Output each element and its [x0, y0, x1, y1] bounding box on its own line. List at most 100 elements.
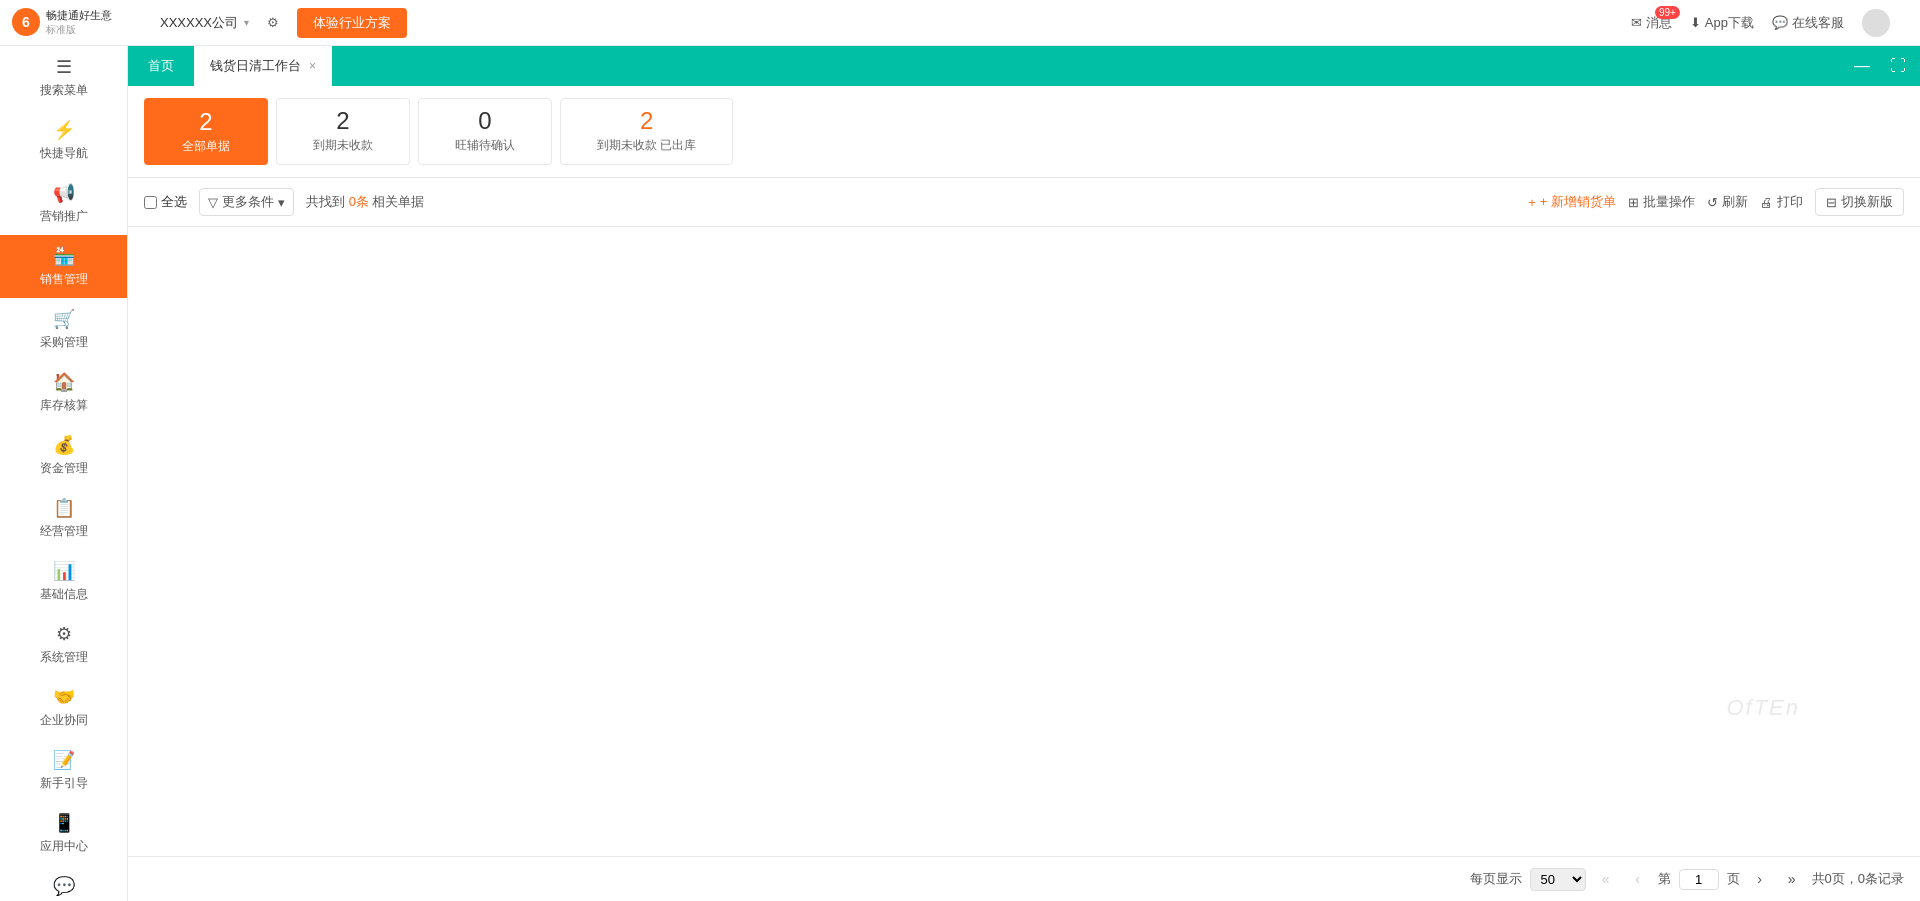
sidebar-item-marketing[interactable]: 📢 营销推广 [0, 172, 127, 235]
tab-minimize-button[interactable]: — [1848, 52, 1876, 80]
add-icon: + [1528, 195, 1536, 210]
batch-label: 批量操作 [1643, 193, 1695, 211]
sidebar-item-sales[interactable]: 🏪 销售管理 [0, 235, 127, 298]
sidebar-item-wechat[interactable]: 💬 企业微信 [0, 865, 127, 901]
last-page-button[interactable]: » [1780, 867, 1804, 891]
refresh-label: 刷新 [1722, 193, 1748, 211]
operations-icon: 📋 [53, 497, 75, 519]
online-service-label: 在线客服 [1792, 14, 1844, 32]
main-content: 首页 钱货日清工作台 × — ⛶ 2 全部单据 2 到期未收款 [128, 46, 1920, 901]
stat-card-wangfu[interactable]: 0 旺辅待确认 [418, 98, 552, 165]
sidebar-label-app-center: 应用中心 [40, 838, 88, 855]
sidebar-item-search-menu[interactable]: ☰ 搜索菜单 [0, 46, 127, 109]
batch-button[interactable]: ⊞ 批量操作 [1628, 193, 1695, 211]
sidebar-label-operations: 经营管理 [40, 523, 88, 540]
stats-row: 2 全部单据 2 到期未收款 0 旺辅待确认 2 到期未收款 已出库 [128, 86, 1920, 178]
stat-number-overdue: 2 [336, 107, 349, 135]
toolbar: 全选 ▽ 更多条件 ▾ 共找到 0条 相关单据 + + 新增销货单 ⊞ [128, 178, 1920, 227]
tab-active[interactable]: 钱货日清工作台 × [194, 46, 332, 86]
stat-number-wangfu: 0 [478, 107, 491, 135]
print-button[interactable]: 🖨 打印 [1760, 193, 1803, 211]
logo-area: 6 畅捷通好生意 标准版 [12, 8, 140, 36]
marketing-icon: 📢 [53, 182, 75, 204]
sidebar-label-enterprise: 企业协同 [40, 712, 88, 729]
sidebar-label-purchase: 采购管理 [40, 334, 88, 351]
main-layout: ☰ 搜索菜单 ⚡ 快捷导航 📢 营销推广 🏪 销售管理 🛒 采购管理 🏠 库存核… [0, 46, 1920, 901]
add-sale-button[interactable]: + + 新增销货单 [1528, 193, 1616, 211]
stat-label-all: 全部单据 [182, 138, 230, 155]
sidebar-item-enterprise[interactable]: 🤝 企业协同 [0, 676, 127, 739]
sidebar-item-basic-info[interactable]: 📊 基础信息 [0, 550, 127, 613]
avatar[interactable] [1862, 9, 1890, 37]
gear-icon: ⚙ [267, 15, 279, 30]
stat-card-all[interactable]: 2 全部单据 [144, 98, 268, 165]
basic-info-icon: 📊 [53, 560, 75, 582]
experience-button[interactable]: 体验行业方案 [297, 8, 407, 38]
per-page-select[interactable]: 50 100 [1530, 868, 1586, 891]
filter-chevron-icon: ▾ [278, 195, 285, 210]
toolbar-right: + + 新增销货单 ⊞ 批量操作 ↺ 刷新 🖨 打印 [1528, 188, 1904, 216]
sidebar-item-finance[interactable]: 💰 资金管理 [0, 424, 127, 487]
online-service-button[interactable]: 💬 在线客服 [1772, 14, 1844, 32]
sidebar-item-guide[interactable]: 📝 新手引导 [0, 739, 127, 802]
search-menu-icon: ☰ [56, 56, 72, 78]
next-page-button[interactable]: › [1748, 867, 1772, 891]
select-all-label[interactable]: 全选 [144, 193, 187, 211]
tab-active-label: 钱货日清工作台 [210, 57, 301, 75]
finance-icon: 💰 [53, 434, 75, 456]
content-area: 2 全部单据 2 到期未收款 0 旺辅待确认 2 到期未收款 已出库 [128, 86, 1920, 901]
tab-bar: 首页 钱货日清工作台 × — ⛶ [128, 46, 1920, 86]
sidebar-label-marketing: 营销推广 [40, 208, 88, 225]
sidebar-item-inventory[interactable]: 🏠 库存核算 [0, 361, 127, 424]
switch-label: 切换新版 [1841, 193, 1893, 211]
company-selector[interactable]: XXXXXX公司 ▾ [160, 14, 249, 32]
stat-label-wangfu: 旺辅待确认 [455, 137, 515, 154]
total-label: 共0页，0条记录 [1812, 870, 1904, 888]
tab-maximize-button[interactable]: ⛶ [1884, 52, 1912, 80]
sidebar-item-operations[interactable]: 📋 经营管理 [0, 487, 127, 550]
add-label: + 新增销货单 [1540, 193, 1616, 211]
first-page-button[interactable]: « [1594, 867, 1618, 891]
logo-text: 畅捷通好生意 [46, 8, 112, 22]
sidebar-label-basic-info: 基础信息 [40, 586, 88, 603]
table-area [128, 227, 1920, 856]
sidebar-label-sales: 销售管理 [40, 271, 88, 288]
sidebar-item-quick-nav[interactable]: ⚡ 快捷导航 [0, 109, 127, 172]
tab-home[interactable]: 首页 [128, 46, 194, 86]
download-icon: ⬇ [1690, 15, 1701, 30]
filter-button[interactable]: ▽ 更多条件 ▾ [199, 188, 294, 216]
sidebar-label-finance: 资金管理 [40, 460, 88, 477]
stat-card-overdue[interactable]: 2 到期未收款 [276, 98, 410, 165]
found-text: 共找到 0条 相关单据 [306, 193, 424, 211]
found-count: 0条 [349, 194, 369, 209]
settings-button[interactable]: ⚙ [259, 9, 287, 37]
top-right-area: ✉ 消息 99+ ⬇ App下载 💬 在线客服 [1631, 9, 1908, 37]
print-label: 打印 [1777, 193, 1803, 211]
sales-icon: 🏪 [53, 245, 75, 267]
stat-card-shipped[interactable]: 2 到期未收款 已出库 [560, 98, 733, 165]
batch-icon: ⊞ [1628, 195, 1639, 210]
sidebar-item-system[interactable]: ⚙ 系统管理 [0, 613, 127, 676]
select-all-text: 全选 [161, 193, 187, 211]
message-button[interactable]: ✉ 消息 99+ [1631, 14, 1672, 32]
stat-label-overdue: 到期未收款 [313, 137, 373, 154]
page-label: 第 [1658, 870, 1671, 888]
tab-close-icon[interactable]: × [309, 59, 316, 73]
logo-icon: 6 [12, 8, 40, 36]
switch-version-button[interactable]: ⊟ 切换新版 [1815, 188, 1904, 216]
switch-icon: ⊟ [1826, 195, 1837, 210]
select-all-checkbox[interactable] [144, 196, 157, 209]
page-label2: 页 [1727, 870, 1740, 888]
page-input[interactable] [1679, 869, 1719, 890]
system-icon: ⚙ [56, 623, 72, 645]
refresh-icon: ↺ [1707, 195, 1718, 210]
sidebar-label-guide: 新手引导 [40, 775, 88, 792]
filter-label: 更多条件 [222, 193, 274, 211]
app-download-button[interactable]: ⬇ App下载 [1690, 14, 1754, 32]
app-center-icon: 📱 [53, 812, 75, 834]
sidebar-item-app-center[interactable]: 📱 应用中心 [0, 802, 127, 865]
prev-page-button[interactable]: ‹ [1626, 867, 1650, 891]
sidebar-item-purchase[interactable]: 🛒 采购管理 [0, 298, 127, 361]
refresh-button[interactable]: ↺ 刷新 [1707, 193, 1748, 211]
guide-icon: 📝 [53, 749, 75, 771]
